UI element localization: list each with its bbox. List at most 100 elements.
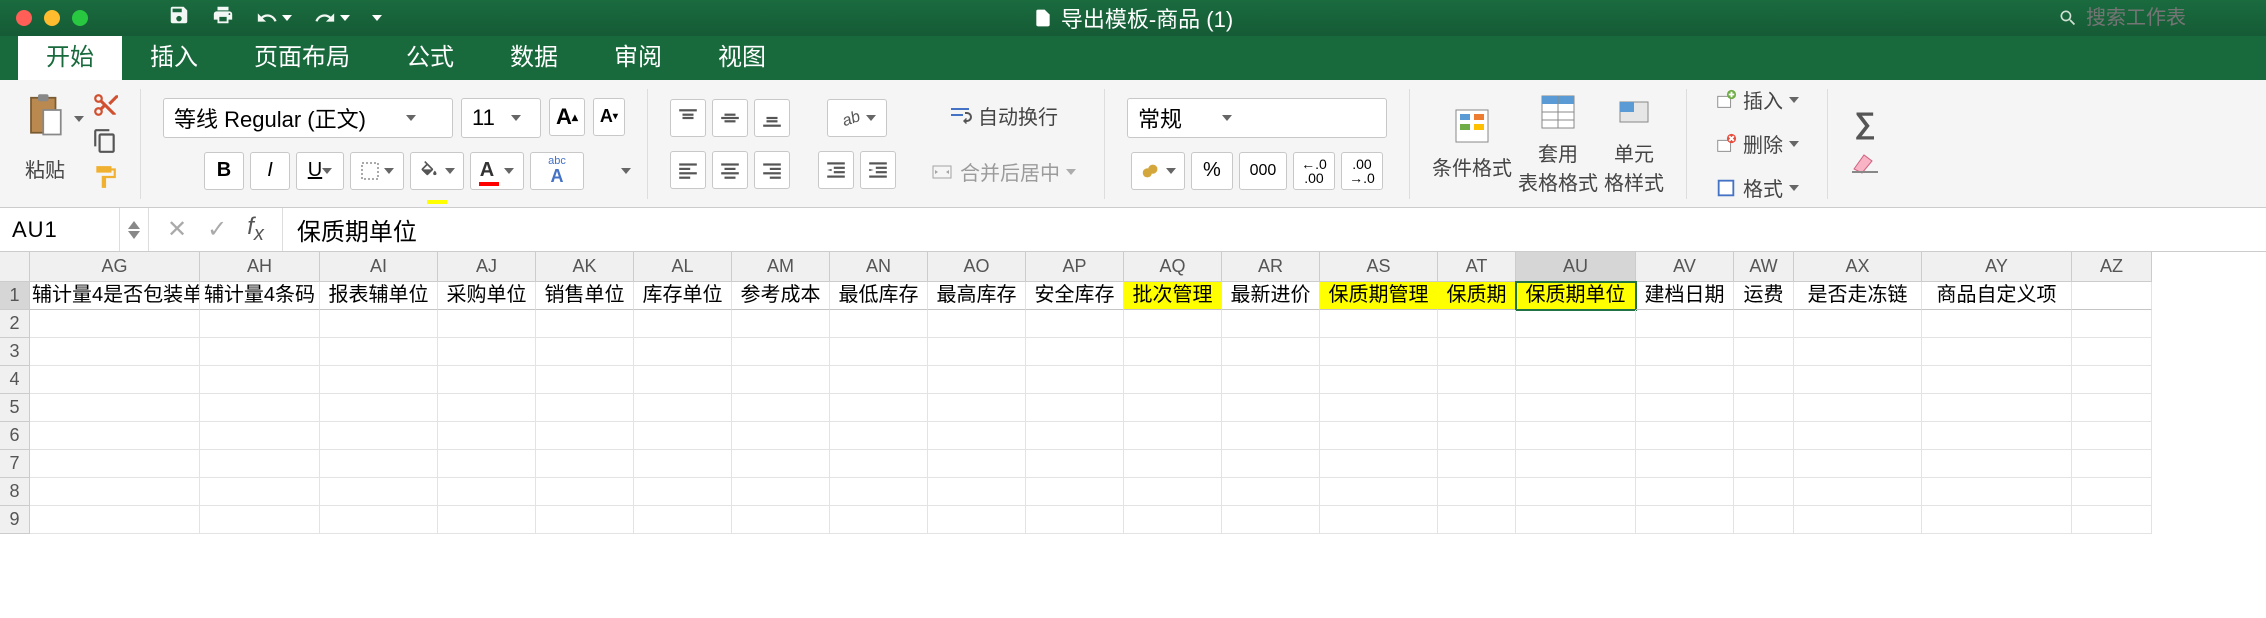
cell[interactable] [438, 450, 536, 478]
cell[interactable] [1026, 338, 1124, 366]
increase-font-icon[interactable]: A▴ [549, 98, 585, 136]
tab-data[interactable]: 数据 [482, 29, 586, 80]
cell[interactable] [732, 338, 830, 366]
cell[interactable]: 辅计量4条码 [200, 282, 320, 310]
cell[interactable] [1124, 394, 1222, 422]
align-left-icon[interactable] [670, 151, 706, 189]
number-format-select[interactable]: 常规 [1127, 98, 1387, 138]
font-color-button[interactable]: A [470, 152, 524, 190]
column-header[interactable]: AQ [1124, 252, 1222, 282]
increase-indent-icon[interactable] [860, 151, 896, 189]
cell[interactable] [1124, 506, 1222, 534]
cell[interactable] [1320, 506, 1438, 534]
cell[interactable] [830, 366, 928, 394]
cell[interactable] [536, 338, 634, 366]
cell[interactable] [438, 506, 536, 534]
cancel-formula-icon[interactable]: ✕ [167, 215, 187, 244]
decrease-indent-icon[interactable] [818, 151, 854, 189]
cell[interactable] [1222, 310, 1320, 338]
cell[interactable]: 保质期单位 [1516, 282, 1636, 310]
cell[interactable] [1516, 478, 1636, 506]
cell[interactable] [1516, 338, 1636, 366]
cell[interactable] [732, 506, 830, 534]
cell[interactable] [1438, 506, 1516, 534]
cell[interactable] [1734, 422, 1794, 450]
copy-icon[interactable] [92, 128, 118, 160]
cell[interactable] [1124, 338, 1222, 366]
column-header[interactable]: AK [536, 252, 634, 282]
cell[interactable] [30, 422, 200, 450]
percent-button[interactable]: % [1191, 152, 1233, 190]
cell[interactable] [1636, 394, 1734, 422]
cell[interactable] [2072, 394, 2152, 422]
cell[interactable]: 商品自定义项 [1922, 282, 2072, 310]
cell[interactable] [928, 478, 1026, 506]
cell[interactable] [200, 506, 320, 534]
cell[interactable] [928, 366, 1026, 394]
cell[interactable] [30, 450, 200, 478]
column-header[interactable]: AO [928, 252, 1026, 282]
orientation-button[interactable]: ab [827, 99, 887, 137]
cell[interactable] [1734, 310, 1794, 338]
column-header[interactable]: AN [830, 252, 928, 282]
column-header[interactable]: AP [1026, 252, 1124, 282]
merge-center-button[interactable]: 合并后居中 [924, 153, 1082, 191]
font-size-select[interactable]: 11 [461, 98, 541, 138]
cell[interactable] [30, 366, 200, 394]
qat-customize[interactable] [372, 15, 382, 21]
cell[interactable] [1222, 478, 1320, 506]
cell[interactable] [1922, 506, 2072, 534]
cell[interactable] [2072, 450, 2152, 478]
cell[interactable] [1516, 506, 1636, 534]
cell[interactable] [1026, 422, 1124, 450]
cell[interactable]: 建档日期 [1636, 282, 1734, 310]
cell[interactable]: 安全库存 [1026, 282, 1124, 310]
cell[interactable] [1516, 366, 1636, 394]
wrap-text-button[interactable]: 自动换行 [942, 97, 1064, 135]
cell[interactable] [536, 422, 634, 450]
phonetic-button[interactable]: abcA [530, 152, 584, 190]
cell[interactable] [1320, 422, 1438, 450]
search-input[interactable] [2086, 7, 2246, 30]
cell[interactable] [634, 506, 732, 534]
cell[interactable] [320, 310, 438, 338]
cell[interactable] [1734, 478, 1794, 506]
select-all-corner[interactable] [0, 252, 30, 282]
clear-icon[interactable] [1850, 151, 1880, 181]
column-header[interactable]: AM [732, 252, 830, 282]
paste-icon[interactable] [24, 92, 66, 148]
cell[interactable] [830, 506, 928, 534]
cell[interactable] [928, 310, 1026, 338]
cell[interactable] [1222, 394, 1320, 422]
cell[interactable] [1516, 310, 1636, 338]
cell[interactable] [1222, 338, 1320, 366]
cell[interactable] [732, 450, 830, 478]
cell[interactable] [2072, 478, 2152, 506]
cell[interactable] [634, 450, 732, 478]
cell[interactable] [1636, 366, 1734, 394]
cell[interactable] [536, 478, 634, 506]
namebox-up[interactable] [128, 221, 140, 229]
format-cells-button[interactable]: 格式 [1709, 169, 1805, 207]
cell[interactable] [438, 478, 536, 506]
cell[interactable] [1438, 310, 1516, 338]
cell[interactable] [320, 394, 438, 422]
cell[interactable] [1026, 394, 1124, 422]
cell[interactable] [634, 394, 732, 422]
cell[interactable] [1320, 310, 1438, 338]
cell[interactable] [438, 394, 536, 422]
column-header[interactable]: AR [1222, 252, 1320, 282]
cell[interactable] [1734, 450, 1794, 478]
align-bottom-icon[interactable] [754, 99, 790, 137]
cell[interactable] [830, 394, 928, 422]
cell[interactable] [1922, 310, 2072, 338]
cell[interactable] [1222, 450, 1320, 478]
cell[interactable] [320, 366, 438, 394]
column-header[interactable]: AY [1922, 252, 2072, 282]
close-window[interactable] [16, 10, 32, 26]
autosum-icon[interactable]: ∑ [1854, 107, 1875, 141]
fx-icon[interactable]: fx [247, 213, 264, 246]
cell[interactable] [1922, 450, 2072, 478]
cell[interactable] [1438, 394, 1516, 422]
cell[interactable] [438, 338, 536, 366]
